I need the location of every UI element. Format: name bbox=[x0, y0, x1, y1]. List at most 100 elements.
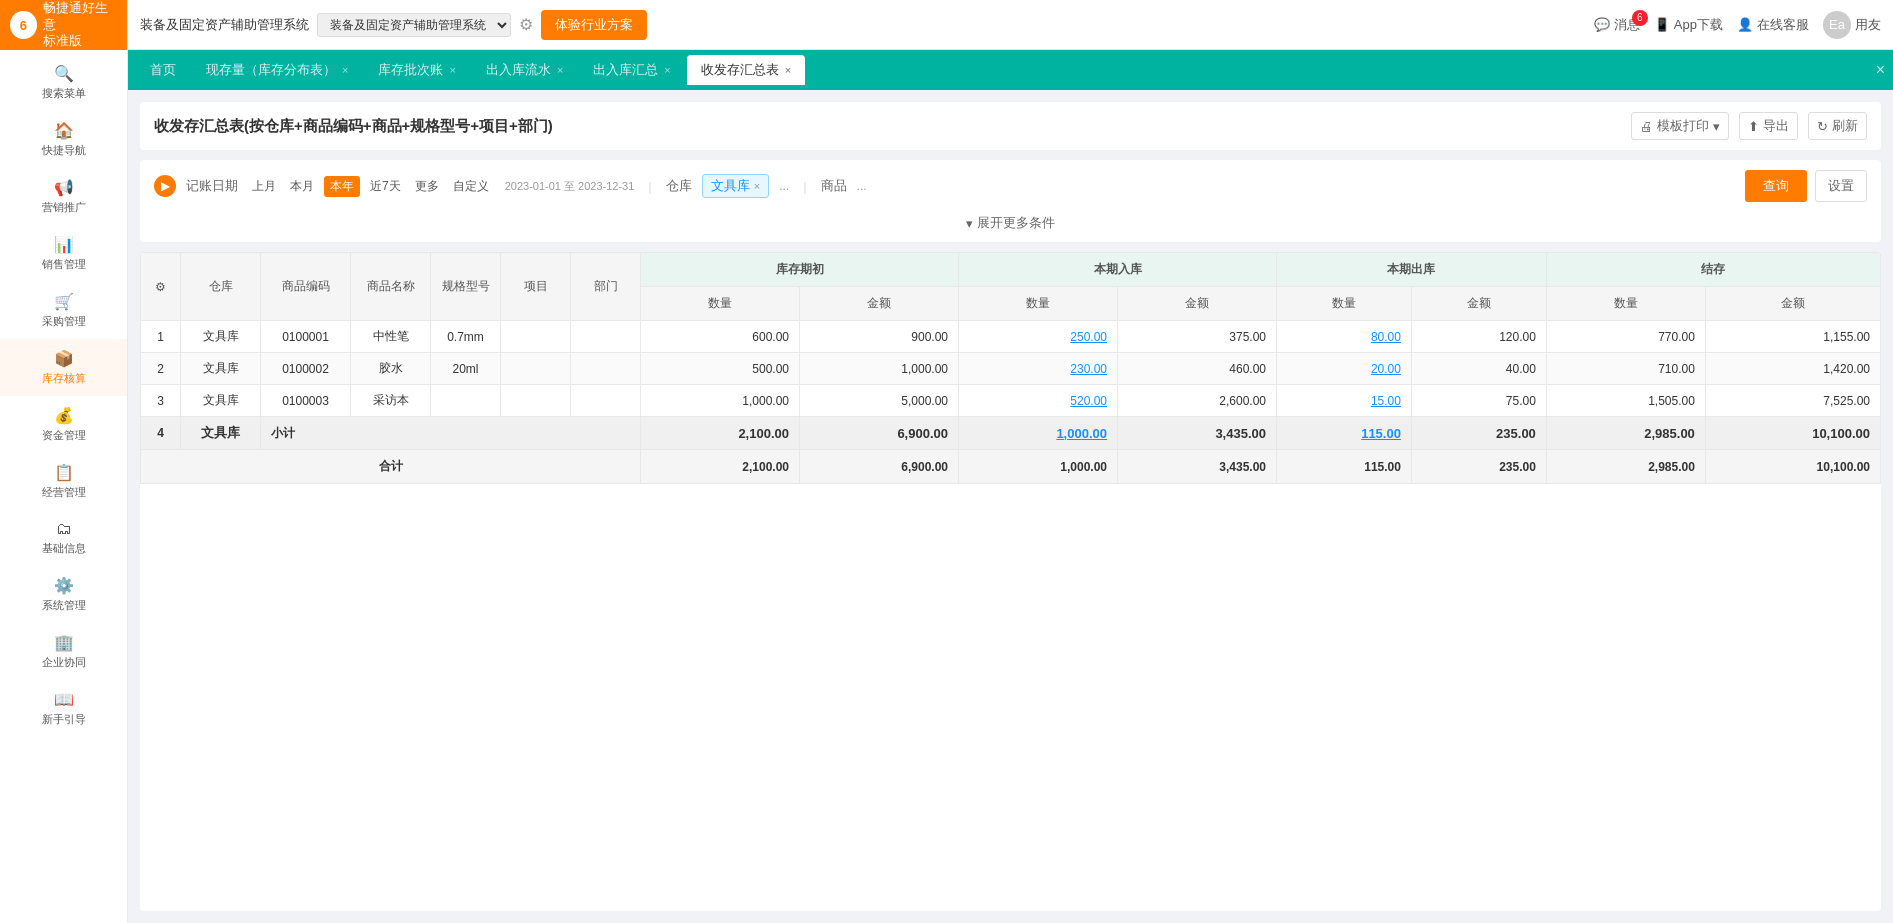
system-icon: ⚙️ bbox=[54, 576, 74, 595]
filter-expand-btn[interactable]: ▾ 展开更多条件 bbox=[966, 214, 1055, 232]
row-bal-amt: 1,155.00 bbox=[1705, 321, 1880, 353]
subtotal-in-amt: 3,435.00 bbox=[1118, 417, 1277, 450]
sidebar-item-operation[interactable]: 📋经营管理 bbox=[0, 453, 127, 510]
row-out-amt: 75.00 bbox=[1411, 385, 1546, 417]
date-opt-本月[interactable]: 本月 bbox=[286, 176, 318, 197]
tab-close-batch_ledger[interactable]: × bbox=[449, 64, 455, 76]
experience-btn[interactable]: 体验行业方案 bbox=[541, 10, 647, 40]
col-bal-qty-header: 数量 bbox=[1546, 287, 1705, 321]
col-out-amt-header: 金额 bbox=[1411, 287, 1546, 321]
subtotal-bal-qty: 2,985.00 bbox=[1546, 417, 1705, 450]
sidebar-item-sales[interactable]: 📊销售管理 bbox=[0, 225, 127, 282]
row-open-qty: 600.00 bbox=[641, 321, 800, 353]
row-out-qty[interactable]: 80.00 bbox=[1277, 321, 1412, 353]
row-out-qty[interactable]: 20.00 bbox=[1277, 353, 1412, 385]
operation-icon: 📋 bbox=[54, 463, 74, 482]
sidebar-item-marketing[interactable]: 📢营销推广 bbox=[0, 168, 127, 225]
warehouse-more-btn[interactable]: ... bbox=[779, 179, 789, 193]
warehouse-tag-text: 文具库 bbox=[711, 177, 750, 195]
row-open-qty: 500.00 bbox=[641, 353, 800, 385]
set-btn[interactable]: 设置 bbox=[1815, 170, 1867, 202]
date-opt-自定义[interactable]: 自定义 bbox=[449, 176, 493, 197]
page-title: 收发存汇总表(按仓库+商品编码+商品+规格型号+项目+部门) bbox=[154, 117, 553, 136]
tab-collect_summary[interactable]: 收发存汇总表 × bbox=[687, 55, 805, 85]
query-btn[interactable]: 查询 bbox=[1745, 170, 1807, 202]
quick_nav-icon: 🏠 bbox=[54, 121, 74, 140]
export-btn[interactable]: ⬆ 导出 bbox=[1739, 112, 1798, 140]
close-all-tabs-btn[interactable]: × bbox=[1876, 61, 1885, 79]
topbar-system-select[interactable]: 装备及固定资产辅助管理系统 bbox=[317, 13, 511, 37]
row-open-amt: 900.00 bbox=[800, 321, 959, 353]
date-options: 上月本月本年近7天更多自定义 bbox=[248, 176, 493, 197]
row-product: 采访本 bbox=[351, 385, 431, 417]
row-open-amt: 1,000.00 bbox=[800, 353, 959, 385]
col-out-qty-header: 数量 bbox=[1277, 287, 1412, 321]
row-warehouse: 文具库 bbox=[181, 385, 261, 417]
notification-item[interactable]: 💬 消息 6 bbox=[1594, 16, 1640, 34]
row-in-qty[interactable]: 520.00 bbox=[959, 385, 1118, 417]
row-in-qty[interactable]: 230.00 bbox=[959, 353, 1118, 385]
tab-close-inout_summary[interactable]: × bbox=[664, 64, 670, 76]
row-product: 中性笔 bbox=[351, 321, 431, 353]
tab-close-inout_flow[interactable]: × bbox=[557, 64, 563, 76]
sidebar-logo: 6 畅捷通好生意 标准版 bbox=[0, 0, 127, 50]
date-opt-上月[interactable]: 上月 bbox=[248, 176, 280, 197]
sidebar-item-inventory[interactable]: 📦库存核算 bbox=[0, 339, 127, 396]
subtotal-in-qty[interactable]: 1,000.00 bbox=[959, 417, 1118, 450]
tab-batch_ledger[interactable]: 库存批次账× bbox=[364, 55, 469, 85]
sidebar: 6 畅捷通好生意 标准版 🔍搜索菜单🏠快捷导航📢营销推广📊销售管理🛒采购管理📦库… bbox=[0, 0, 128, 923]
tab-inout_summary[interactable]: 出入库汇总× bbox=[579, 55, 684, 85]
purchase-icon: 🛒 bbox=[54, 292, 74, 311]
sidebar-item-basic[interactable]: 🗂基础信息 bbox=[0, 510, 127, 566]
subtotal-num: 4 bbox=[141, 417, 181, 450]
logo-icon: 6 bbox=[10, 11, 37, 39]
row-in-qty[interactable]: 250.00 bbox=[959, 321, 1118, 353]
tab-close-collect_summary[interactable]: × bbox=[785, 64, 791, 76]
sidebar-item-search[interactable]: 🔍搜索菜单 bbox=[0, 54, 127, 111]
phone-icon: 📱 bbox=[1654, 17, 1670, 32]
col-open-header: 库存期初 bbox=[641, 253, 959, 287]
date-opt-本年[interactable]: 本年 bbox=[324, 176, 360, 197]
col-bal-amt-header: 金额 bbox=[1705, 287, 1880, 321]
date-opt-更多[interactable]: 更多 bbox=[411, 176, 443, 197]
page-header: 收发存汇总表(按仓库+商品编码+商品+规格型号+项目+部门) 🖨 模板打印 ▾ … bbox=[140, 102, 1881, 150]
date-label: 记账日期 bbox=[186, 177, 238, 195]
tab-inout_flow[interactable]: 出入库流水× bbox=[472, 55, 577, 85]
row-spec: 0.7mm bbox=[431, 321, 501, 353]
print-btn[interactable]: 🖨 模板打印 ▾ bbox=[1631, 112, 1729, 140]
product-more-btn[interactable]: ... bbox=[857, 179, 867, 193]
sidebar-item-quick_nav[interactable]: 🏠快捷导航 bbox=[0, 111, 127, 168]
app-download-item[interactable]: 📱 App下载 bbox=[1654, 16, 1723, 34]
sidebar-item-purchase[interactable]: 🛒采购管理 bbox=[0, 282, 127, 339]
sidebar-item-finance[interactable]: 💰资金管理 bbox=[0, 396, 127, 453]
warehouse-tag-close-btn[interactable]: × bbox=[754, 180, 760, 192]
refresh-btn[interactable]: ↻ 刷新 bbox=[1808, 112, 1867, 140]
sidebar-item-enterprise[interactable]: 🏢企业协同 bbox=[0, 623, 127, 680]
tab-label-collect_summary: 收发存汇总表 bbox=[701, 61, 779, 79]
tab-home[interactable]: 首页 bbox=[136, 55, 190, 85]
sidebar-item-guide[interactable]: 📖新手引导 bbox=[0, 680, 127, 737]
row-out-amt: 40.00 bbox=[1411, 353, 1546, 385]
subtotal-out-qty[interactable]: 115.00 bbox=[1277, 417, 1412, 450]
row-out-qty[interactable]: 15.00 bbox=[1277, 385, 1412, 417]
col-project-header: 项目 bbox=[501, 253, 571, 321]
sidebar-item-system[interactable]: ⚙️系统管理 bbox=[0, 566, 127, 623]
gear-icon[interactable]: ⚙ bbox=[519, 15, 533, 34]
user-name-label: 用友 bbox=[1855, 16, 1881, 34]
topbar-system-title: 装备及固定资产辅助管理系统 bbox=[140, 16, 309, 34]
tab-inventory_distribution[interactable]: 现存量（库存分布表） × bbox=[192, 55, 362, 85]
date-opt-近7天[interactable]: 近7天 bbox=[366, 176, 405, 197]
guide-icon: 📖 bbox=[54, 690, 74, 709]
notification-badge: 6 bbox=[1632, 10, 1648, 26]
row-project bbox=[501, 321, 571, 353]
col-code-header: 商品编码 bbox=[261, 253, 351, 321]
bell-icon: 💬 bbox=[1594, 17, 1610, 32]
filter-collapse-btn[interactable]: ▶ bbox=[154, 175, 176, 197]
row-num: 1 bbox=[141, 321, 181, 353]
user-item[interactable]: Ea 用友 bbox=[1823, 11, 1881, 39]
col-settings-header[interactable]: ⚙ bbox=[141, 253, 181, 321]
tab-label-inventory_distribution: 现存量（库存分布表） bbox=[206, 61, 336, 79]
col-bal-header: 结存 bbox=[1546, 253, 1880, 287]
tab-close-inventory_distribution[interactable]: × bbox=[342, 64, 348, 76]
online-service-item[interactable]: 👤 在线客服 bbox=[1737, 16, 1809, 34]
